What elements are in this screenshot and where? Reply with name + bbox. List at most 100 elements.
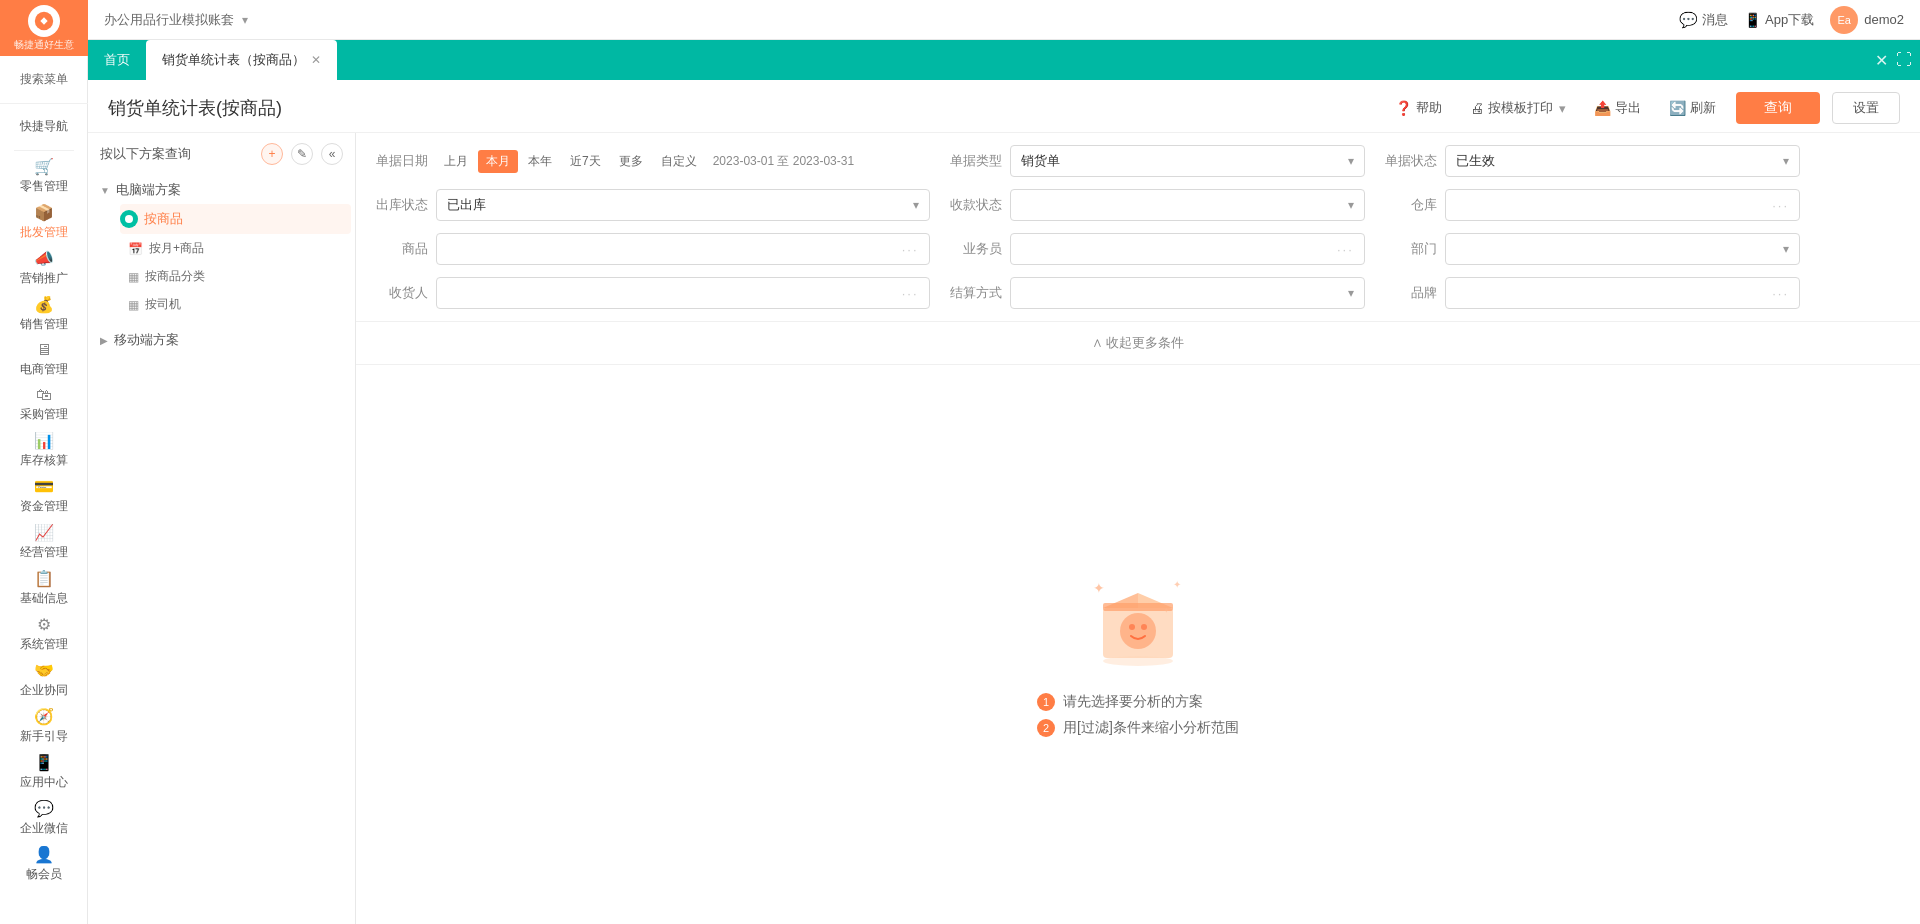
settings-button[interactable]: 设置 (1832, 92, 1900, 124)
field-dept: 部门 ▾ (1385, 233, 1800, 265)
sidebar-item-retail[interactable]: 🛒 零售管理 (0, 153, 88, 199)
tab-close-all-icon[interactable]: ✕ (1875, 51, 1888, 70)
brand-input[interactable]: ··· (1445, 277, 1800, 309)
message-button[interactable]: 💬 消息 (1679, 11, 1728, 29)
field-doc-type: 单据类型 销货单 ▾ (950, 145, 1365, 177)
sidebar-item-sales-label: 销售管理 (20, 316, 68, 333)
filter-mobile-section-header[interactable]: ▶ 移动端方案 (88, 327, 355, 353)
goods-dots: ··· (902, 242, 919, 257)
date-range-text: 2023-03-01 至 2023-03-31 (713, 153, 854, 170)
filter-edit-button[interactable]: ✎ (291, 143, 313, 165)
date-tab-this-month[interactable]: 本月 (478, 150, 518, 173)
search-menu-label: 搜索菜单 (20, 71, 68, 88)
tab-sales-stat[interactable]: 销货单统计表（按商品） ✕ (146, 40, 337, 80)
sidebar-item-finance-label: 资金管理 (20, 498, 68, 515)
date-tab-custom[interactable]: 自定义 (653, 150, 705, 173)
sidebar-item-sales[interactable]: 💰 销售管理 (0, 291, 88, 337)
finance-icon: 💳 (34, 477, 54, 496)
sidebar: 畅捷通好生意 搜索菜单 快捷导航 🛒 零售管理 📦 批发管理 📣 营销推广 💰 … (0, 0, 88, 924)
content-area: 销货单统计表(按商品) ❓ 帮助 🖨 按模板打印 ▾ 📤 导出 🔄 刷新 (88, 80, 1920, 924)
payment-status-select[interactable]: ▾ (1010, 189, 1365, 221)
out-status-arrow: ▾ (913, 198, 919, 212)
sidebar-logo: 畅捷通好生意 (0, 0, 88, 56)
sidebar-item-appcenter[interactable]: 📱 应用中心 (0, 749, 88, 795)
tab-close-icon[interactable]: ✕ (311, 53, 321, 67)
sidebar-item-marketing[interactable]: 📣 营销推广 (0, 245, 88, 291)
sidebar-item-system[interactable]: ⚙ 系统管理 (0, 611, 88, 657)
refresh-button[interactable]: 🔄 刷新 (1661, 95, 1724, 121)
main-area: 办公用品行业模拟账套 ▾ 💬 消息 📱 App下载 Ea demo2 首页 (88, 0, 1920, 924)
query-button[interactable]: 查询 (1736, 92, 1820, 124)
sidebar-item-corpwechat[interactable]: 💬 企业微信 (0, 795, 88, 841)
sidebar-item-ecommerce[interactable]: 🖥 电商管理 (0, 337, 88, 382)
user-menu-button[interactable]: Ea demo2 (1830, 6, 1904, 34)
filter-pc-section: ▼ 电脑端方案 按商品 📅 按月+商品 (88, 173, 355, 323)
dept-select[interactable]: ▾ (1445, 233, 1800, 265)
out-status-select[interactable]: 已出库 ▾ (436, 189, 930, 221)
salesperson-label: 业务员 (950, 240, 1010, 258)
sidebar-item-inventory[interactable]: 📊 库存核算 (0, 427, 88, 473)
print-button[interactable]: 🖨 按模板打印 ▾ (1462, 95, 1574, 121)
sidebar-item-operation-label: 经营管理 (20, 544, 68, 561)
filter-item-by-goods[interactable]: 按商品 (120, 204, 351, 234)
filter-panel-icons: + ✎ « (261, 143, 343, 165)
filter-subitem-by-goods-category[interactable]: ▦ 按商品分类 (120, 263, 351, 290)
date-tab-last-month[interactable]: 上月 (436, 150, 476, 173)
filter-subitem-by-copier-label: 按司机 (145, 296, 181, 313)
filter-panel: 按以下方案查询 + ✎ « ▼ 电脑端方案 (88, 133, 356, 924)
sidebar-item-operation[interactable]: 📈 经营管理 (0, 519, 88, 565)
content-body: 按以下方案查询 + ✎ « ▼ 电脑端方案 (88, 133, 1920, 924)
print-icon: 🖨 (1470, 100, 1484, 116)
settlement-select[interactable]: ▾ (1010, 277, 1365, 309)
sidebar-item-purchase[interactable]: 🛍 采购管理 (0, 382, 88, 427)
app-download-button[interactable]: 📱 App下载 (1744, 11, 1814, 29)
filter-subitem-by-copier[interactable]: ▦ 按司机 (120, 291, 351, 318)
field-date: 单据日期 上月 本月 本年 近7天 更多 自定义 (376, 150, 930, 173)
avatar-text: Ea (1838, 14, 1851, 26)
warehouse-input[interactable]: ··· (1445, 189, 1800, 221)
goods-input[interactable]: ··· (436, 233, 930, 265)
by-goods-icon (120, 210, 138, 228)
export-button[interactable]: 📤 导出 (1586, 95, 1649, 121)
header-dropdown-icon[interactable]: ▾ (242, 13, 248, 27)
sidebar-item-finance[interactable]: 💳 资金管理 (0, 473, 88, 519)
retail-icon: 🛒 (34, 157, 54, 176)
message-icon: 💬 (1679, 11, 1698, 29)
date-tab-7days[interactable]: 近7天 (562, 150, 609, 173)
tab-home[interactable]: 首页 (88, 40, 146, 80)
doc-type-select[interactable]: 销货单 ▾ (1010, 145, 1365, 177)
doc-status-select[interactable]: 已生效 ▾ (1445, 145, 1800, 177)
sidebar-item-wholesale[interactable]: 📦 批发管理 (0, 199, 88, 245)
tab-expand-icon[interactable]: ⛶ (1896, 51, 1912, 69)
filter-collapse-icon: « (329, 147, 336, 161)
receiver-input[interactable]: ··· (436, 277, 930, 309)
sidebar-item-basic[interactable]: 📋 基础信息 (0, 565, 88, 611)
sidebar-item-marketing-label: 营销推广 (20, 270, 68, 287)
filter-add-button[interactable]: + (261, 143, 283, 165)
purchase-icon: 🛍 (36, 386, 52, 404)
search-menu-button[interactable]: 搜索菜单 (0, 56, 88, 104)
sidebar-item-newguide[interactable]: 🧭 新手引导 (0, 703, 88, 749)
collapse-button[interactable]: ∧ 收起更多条件 (1076, 330, 1201, 356)
filter-subitem-by-month-goods[interactable]: 📅 按月+商品 (120, 235, 351, 262)
help-button[interactable]: ❓ 帮助 (1387, 95, 1450, 121)
svg-point-12 (1103, 656, 1173, 666)
date-tab-this-year[interactable]: 本年 (520, 150, 560, 173)
svg-point-8 (1141, 624, 1147, 630)
print-dropdown-icon[interactable]: ▾ (1559, 101, 1566, 116)
date-range-control: 上月 本月 本年 近7天 更多 自定义 2023-03-01 至 2023-03… (436, 150, 930, 173)
grid-icon: ▦ (128, 270, 139, 284)
export-icon: 📤 (1594, 100, 1611, 116)
date-tab-more[interactable]: 更多 (611, 150, 651, 173)
sidebar-item-wholesale-label: 批发管理 (20, 224, 68, 241)
sidebar-item-newguide-label: 新手引导 (20, 728, 68, 745)
filter-pc-section-header[interactable]: ▼ 电脑端方案 (88, 177, 355, 203)
dept-label: 部门 (1385, 240, 1445, 258)
sidebar-item-enterprise[interactable]: 🤝 企业协同 (0, 657, 88, 703)
page-title: 销货单统计表(按商品) (108, 96, 282, 120)
sidebar-item-member[interactable]: 👤 畅会员 (0, 841, 88, 887)
salesperson-input[interactable]: ··· (1010, 233, 1365, 265)
filter-collapse-button[interactable]: « (321, 143, 343, 165)
filter-edit-icon: ✎ (297, 147, 307, 161)
quick-nav-button[interactable]: 快捷导航 (0, 104, 88, 148)
